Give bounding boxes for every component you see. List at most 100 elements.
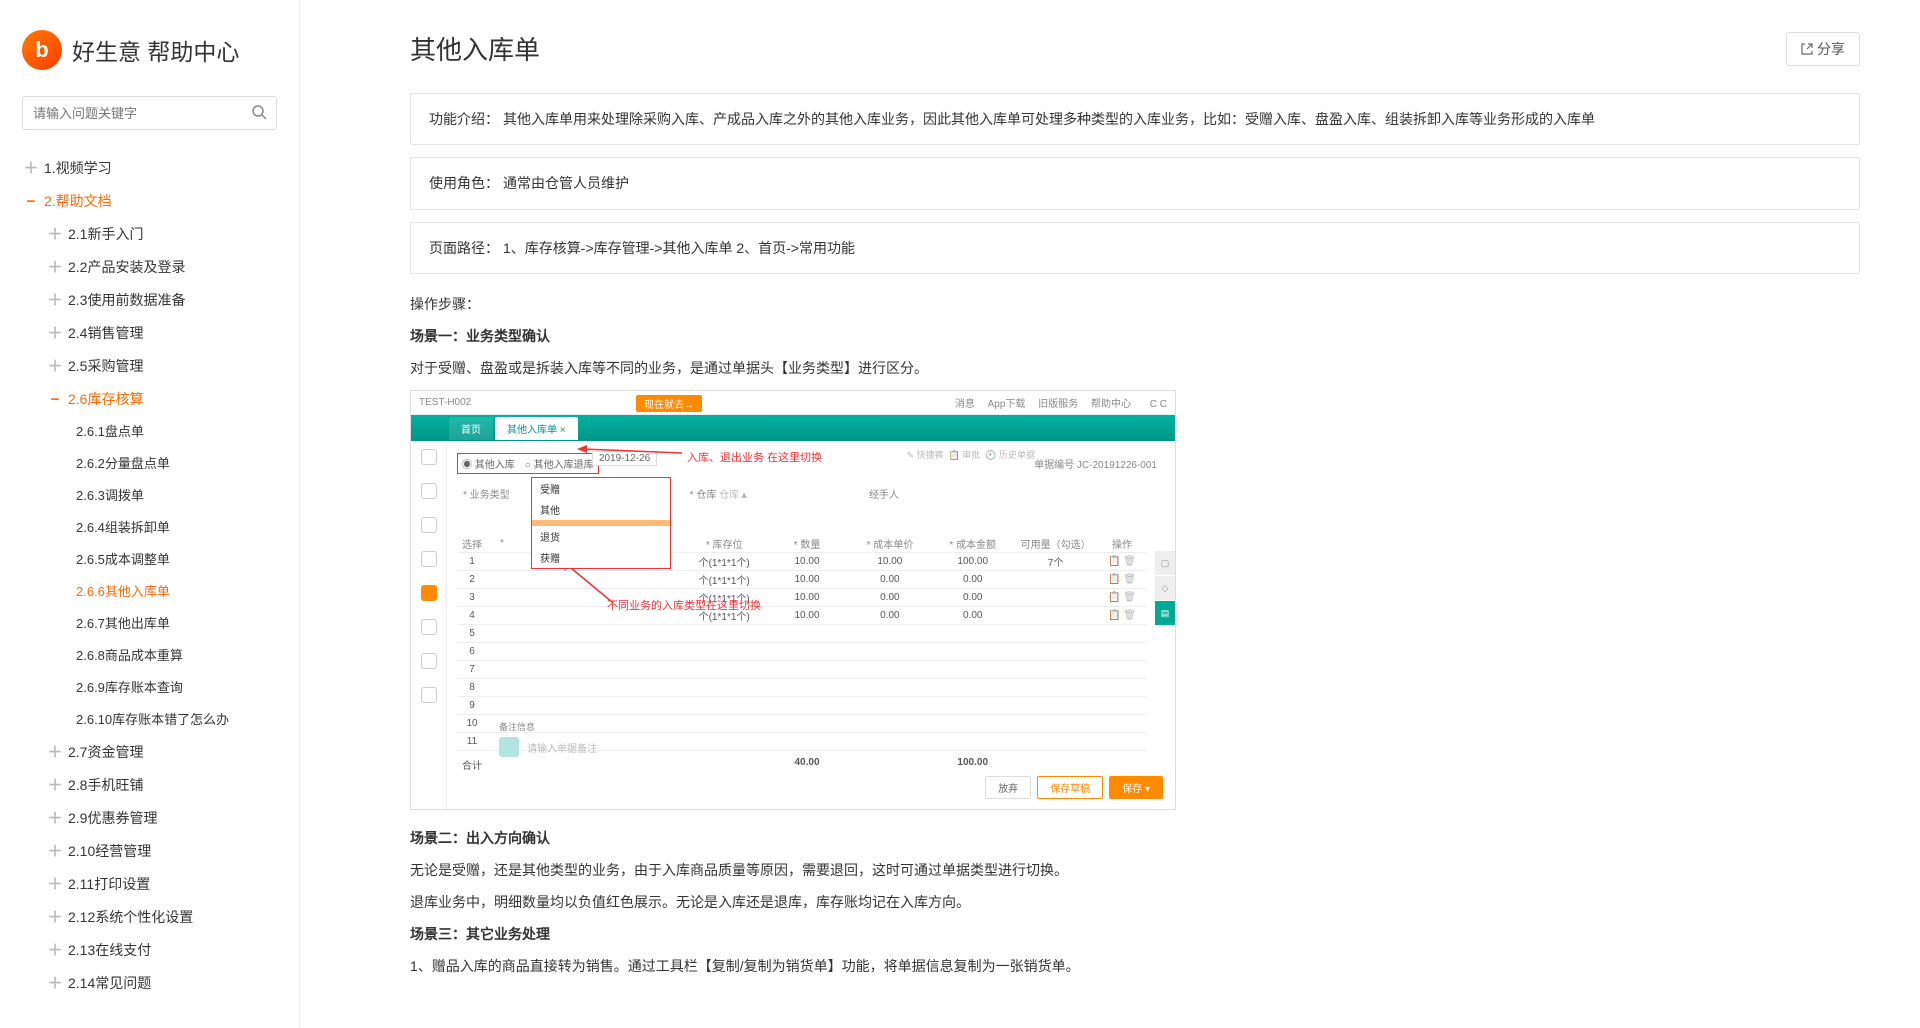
search-box bbox=[22, 96, 277, 130]
dd-item: 受赠 bbox=[532, 478, 670, 499]
scene1-text: 对于受赠、盘盈或是拆装入库等不同的业务，是通过单据头【业务类型】进行区分。 bbox=[410, 358, 1860, 378]
nav-item-2-6-7[interactable]: 2.6.7其他出库单 bbox=[22, 608, 277, 640]
nav-item-2-8[interactable]: ＋2.8手机旺铺 bbox=[22, 769, 277, 802]
ss-right-rail: ▢ ◇ ▤ bbox=[1155, 551, 1175, 626]
ss-help: 帮助中心 bbox=[1091, 399, 1131, 410]
ss-note-row: 请输入单据备注 bbox=[499, 737, 597, 757]
nav-item-2-1[interactable]: ＋2.1新手入门 bbox=[22, 218, 277, 251]
table-row: 3个(1*1*1个)10.000.000.00📋 🗑 bbox=[457, 589, 1147, 607]
plus-icon: ＋ bbox=[46, 318, 64, 350]
plus-icon: ＋ bbox=[46, 902, 64, 934]
search-input[interactable] bbox=[22, 96, 277, 130]
search-icon[interactable] bbox=[251, 104, 267, 123]
nav-item-2-14[interactable]: ＋2.14常见问题 bbox=[22, 967, 277, 1000]
nav-item-2-2[interactable]: ＋2.2产品安装及登录 bbox=[22, 251, 277, 284]
plus-icon: ＋ bbox=[46, 351, 64, 383]
ss-top-right: 消息 App下载 旧版服务 帮助中心 C C bbox=[945, 395, 1167, 410]
nav-item-2-7[interactable]: ＋2.7资金管理 bbox=[22, 736, 277, 769]
nav-item-2-6-9[interactable]: 2.6.9库存账本查询 bbox=[22, 672, 277, 704]
intro-box: 功能介绍：其他入库单用来处理除采购入库、产成品入库之外的其他入库业务，因此其他入… bbox=[410, 93, 1860, 145]
plus-icon: ＋ bbox=[46, 836, 64, 868]
rail-tab: ▤ bbox=[1155, 601, 1175, 625]
ss-date: 2019-12-26 bbox=[592, 451, 657, 466]
table-row: 10 bbox=[457, 715, 1147, 733]
nav-item-2-10[interactable]: ＋2.10经营管理 bbox=[22, 835, 277, 868]
nav-item-docs[interactable]: −2.帮助文档 bbox=[22, 185, 277, 218]
ss-app: App下载 bbox=[988, 399, 1026, 410]
intro-text: 其他入库单用来处理除采购入库、产成品入库之外的其他入库业务，因此其他入库单可处理… bbox=[503, 111, 1595, 127]
rail-tab: ▢ bbox=[1155, 551, 1175, 575]
ss-biztype-dropdown: 受赠 其他 退货 获赠 bbox=[531, 477, 671, 569]
dd-item: 退货 bbox=[532, 526, 670, 547]
rail-icon bbox=[421, 653, 437, 669]
nav-item-2-6-10[interactable]: 2.6.10库存账本错了怎么办 bbox=[22, 704, 277, 736]
table-row: 6 bbox=[457, 643, 1147, 661]
nav-item-video[interactable]: ＋1.视频学习 bbox=[22, 152, 277, 185]
nav-item-2-6-2[interactable]: 2.6.2分量盘点单 bbox=[22, 448, 277, 480]
ss-redbox-radios: ◉ 其他入库 ○ 其他入库退库 bbox=[457, 453, 599, 474]
nav-tree: ＋1.视频学习 −2.帮助文档 ＋2.1新手入门 ＋2.2产品安装及登录 ＋2.… bbox=[22, 152, 277, 1000]
rail-tab: ◇ bbox=[1155, 576, 1175, 600]
ss-draft: 保存草稿 bbox=[1037, 776, 1103, 799]
ss-tab-home: 首页 bbox=[449, 417, 493, 440]
sidebar: b 好生意 帮助中心 ＋1.视频学习 −2.帮助文档 ＋2.1新手入门 ＋2.2… bbox=[0, 0, 300, 1028]
nav-item-2-6-8[interactable]: 2.6.8商品成本重算 bbox=[22, 640, 277, 672]
nav-item-2-5[interactable]: ＋2.5采购管理 bbox=[22, 350, 277, 383]
brand-title: 好生意 帮助中心 bbox=[72, 33, 239, 67]
ss-annot1: 入库、退出业务 在这里切换 bbox=[687, 449, 822, 465]
ss-old: 旧版服务 bbox=[1038, 399, 1078, 410]
plus-icon: ＋ bbox=[46, 285, 64, 317]
nav-item-2-3[interactable]: ＋2.3使用前数据准备 bbox=[22, 284, 277, 317]
scene2-title: 场景二：出入方向确认 bbox=[410, 828, 1860, 848]
table-row: 8 bbox=[457, 679, 1147, 697]
main-content: 其他入库单 分享 功能介绍：其他入库单用来处理除采购入库、产成品入库之外的其他入… bbox=[300, 0, 1920, 1028]
ss-env: TEST-H002 bbox=[419, 397, 471, 408]
steps-section: 操作步骤： 场景一：业务类型确认 对于受赠、盘盈或是拆装入库等不同的业务，是通过… bbox=[410, 294, 1860, 976]
ss-order-no: 单据编号 JC-20191226-001 bbox=[1034, 456, 1157, 471]
nav-item-2-6-4[interactable]: 2.6.4组装拆卸单 bbox=[22, 512, 277, 544]
nav-item-2-6-5[interactable]: 2.6.5成本调整单 bbox=[22, 544, 277, 576]
share-button[interactable]: 分享 bbox=[1786, 32, 1860, 66]
path-text: 1、库存核算->库存管理->其他入库单 2、首页->常用功能 bbox=[503, 240, 855, 256]
table-row: 7 bbox=[457, 661, 1147, 679]
rail-icon bbox=[421, 619, 437, 635]
ss-user: C C bbox=[1150, 399, 1167, 410]
logo-letter: b bbox=[35, 37, 48, 63]
nav-item-2-6[interactable]: −2.6库存核算 bbox=[22, 383, 277, 416]
scene2-text1: 无论是受赠，还是其他类型的业务，由于入库商品质量等原因，需要退回，这时可通过单据… bbox=[410, 860, 1860, 880]
ss-radio2: ○ 其他入库退库 bbox=[525, 456, 594, 471]
ss-radio1: ◉ 其他入库 bbox=[462, 456, 515, 471]
table-row: 2个(1*1*1个)10.000.000.00📋 🗑 bbox=[457, 571, 1147, 589]
nav-item-2-12[interactable]: ＋2.12系统个性化设置 bbox=[22, 901, 277, 934]
nav-item-2-13[interactable]: ＋2.13在线支付 bbox=[22, 934, 277, 967]
ss-tabs: 首页 其他入库单 × bbox=[411, 415, 1175, 441]
plus-icon: ＋ bbox=[46, 803, 64, 835]
plus-icon: ＋ bbox=[46, 737, 64, 769]
plus-icon: ＋ bbox=[46, 869, 64, 901]
steps-label: 操作步骤： bbox=[410, 294, 1860, 314]
dd-item: 获赠 bbox=[532, 547, 670, 568]
nav-item-2-6-3[interactable]: 2.6.3调拨单 bbox=[22, 480, 277, 512]
title-row: 其他入库单 分享 bbox=[410, 30, 1860, 67]
table-row: 5 bbox=[457, 625, 1147, 643]
plus-icon: ＋ bbox=[46, 252, 64, 284]
ss-left-rail bbox=[411, 441, 447, 809]
ss-orange-btn: 现在就去→ bbox=[636, 395, 702, 412]
scene2-text2: 退库业务中，明细数量均以负值红色展示。无论是入库还是退库，库存账均记在入库方向。 bbox=[410, 892, 1860, 912]
nav-item-2-11[interactable]: ＋2.11打印设置 bbox=[22, 868, 277, 901]
nav-item-2-9[interactable]: ＋2.9优惠券管理 bbox=[22, 802, 277, 835]
rail-icon bbox=[421, 483, 437, 499]
rail-icon bbox=[421, 517, 437, 533]
nav-item-2-6-1[interactable]: 2.6.1盘点单 bbox=[22, 416, 277, 448]
page-title: 其他入库单 bbox=[410, 30, 540, 67]
ss-buttons: 放弃 保存草稿 保存 ▾ bbox=[985, 776, 1163, 799]
ss-annot2: 不同业务的入库类型在这里切换 bbox=[607, 597, 761, 613]
scene3-title: 场景三：其它业务处理 bbox=[410, 924, 1860, 944]
plus-icon: ＋ bbox=[46, 968, 64, 1000]
minus-icon: − bbox=[46, 384, 64, 416]
path-label: 页面路径： bbox=[429, 240, 499, 256]
nav-item-2-6-6[interactable]: 2.6.6其他入库单 bbox=[22, 576, 277, 608]
rail-icon bbox=[421, 687, 437, 703]
ss-cancel: 放弃 bbox=[985, 776, 1031, 799]
nav-item-2-4[interactable]: ＋2.4销售管理 bbox=[22, 317, 277, 350]
